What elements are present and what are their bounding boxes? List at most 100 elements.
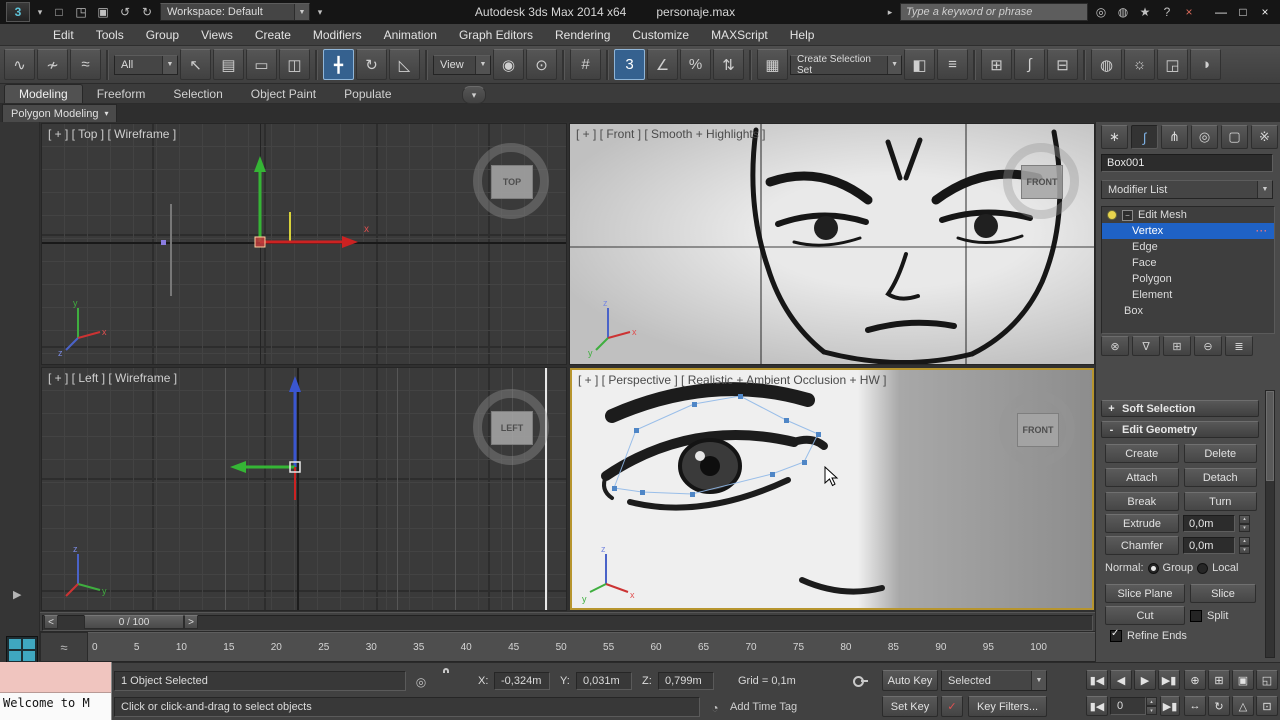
stack-row-box[interactable]: Box: [1102, 303, 1274, 319]
menu-item[interactable]: MAXScript: [700, 25, 779, 45]
time-slider-next-button[interactable]: >: [184, 615, 198, 629]
ribbon-tab[interactable]: Populate: [330, 85, 405, 103]
mirror-icon[interactable]: ◧: [904, 49, 935, 80]
material-editor-icon[interactable]: ◍: [1091, 49, 1122, 80]
go-to-start-button[interactable]: ▮◀: [1086, 670, 1108, 690]
modifier-enable-bulb-icon[interactable]: [1107, 210, 1117, 220]
stack-row-edit-mesh[interactable]: − Edit Mesh: [1102, 207, 1274, 223]
maximize-window-button[interactable]: □: [1234, 3, 1252, 21]
align-icon[interactable]: ≡: [937, 49, 968, 80]
select-and-link-icon[interactable]: ∿: [4, 49, 35, 80]
menu-item[interactable]: Tools: [85, 25, 135, 45]
viewport-top-left[interactable]: x [ + ] [ Top ] [ Wireframe ] TOP y x z: [41, 123, 567, 365]
curve-editor-icon[interactable]: ∫: [1014, 49, 1045, 80]
motion-panel-tab[interactable]: ◎: [1191, 125, 1218, 149]
maxscript-mini-listener[interactable]: Welcome to M: [0, 662, 112, 720]
schematic-view-icon[interactable]: ⊟: [1047, 49, 1078, 80]
unlink-selection-icon[interactable]: ≁: [37, 49, 68, 80]
communication-center-icon[interactable]: ◍: [1114, 3, 1132, 21]
listener-pane[interactable]: Welcome to M: [0, 693, 111, 720]
selection-filter-arrow-icon[interactable]: ▼: [162, 55, 177, 74]
object-name-field[interactable]: Box001: [1101, 154, 1273, 172]
help-icon[interactable]: ?: [1158, 3, 1176, 21]
viewport-label[interactable]: [ + ] [ Front ] [ Smooth + Highlights ]: [576, 127, 765, 141]
open-file-icon[interactable]: ◳: [72, 3, 90, 21]
viewport-top-right[interactable]: [ + ] [ Front ] [ Smooth + Highlights ] …: [569, 123, 1095, 365]
zoom-extents-icon[interactable]: ▣: [1232, 670, 1254, 690]
edit-geometry-button[interactable]: Break: [1105, 492, 1179, 511]
show-end-result-button[interactable]: ∇: [1132, 336, 1160, 356]
viewport-label[interactable]: [ + ] [ Top ] [ Wireframe ]: [48, 127, 176, 141]
app-menu-arrow-icon[interactable]: ▾: [34, 3, 46, 21]
stack-row-edge[interactable]: Edge: [1102, 239, 1274, 255]
remove-modifier-button[interactable]: ⊖: [1194, 336, 1222, 356]
key-filter-scope-dropdown[interactable]: Selected ▼: [941, 670, 1047, 691]
normal-local-radio[interactable]: [1197, 562, 1209, 574]
transform-gizmo[interactable]: x: [194, 152, 374, 292]
frame-spinner[interactable]: ▴ ▾: [1146, 697, 1157, 715]
titlebar-overflow-icon[interactable]: ▸: [884, 3, 896, 21]
field-of-view-icon[interactable]: △: [1232, 696, 1254, 716]
macro-recorder-pane[interactable]: [0, 662, 111, 693]
menu-item[interactable]: Help: [779, 25, 826, 45]
window-crossing-icon[interactable]: ◫: [279, 49, 310, 80]
menu-item[interactable]: Animation: [373, 25, 448, 45]
time-slider-prev-button[interactable]: <: [44, 615, 58, 629]
minimize-window-button[interactable]: —: [1212, 3, 1230, 21]
hierarchy-panel-tab[interactable]: ⋔: [1161, 125, 1188, 149]
extrude-button[interactable]: Extrude: [1105, 514, 1179, 533]
chamfer-spinner[interactable]: ▴ ▾: [1239, 537, 1250, 554]
favorites-icon[interactable]: ★: [1136, 3, 1154, 21]
menu-item[interactable]: Create: [244, 25, 302, 45]
viewcube[interactable]: FRONT: [999, 391, 1075, 467]
new-scene-icon[interactable]: □: [50, 3, 68, 21]
viewcube[interactable]: LEFT: [473, 389, 549, 465]
rollout-expand-icon[interactable]: +: [1107, 403, 1116, 415]
chamfer-value-field[interactable]: 0,0m: [1183, 537, 1235, 554]
menu-item[interactable]: Edit: [42, 25, 85, 45]
modifier-list-dropdown[interactable]: Modifier List ▼: [1101, 180, 1273, 199]
viewport-label[interactable]: [ + ] [ Left ] [ Wireframe ]: [48, 371, 177, 385]
edit-geometry-button[interactable]: Turn: [1183, 492, 1257, 511]
panel-scrollbar[interactable]: [1265, 390, 1275, 658]
slice-plane-button[interactable]: Slice Plane: [1105, 584, 1185, 603]
utilities-panel-tab[interactable]: ※: [1251, 125, 1278, 149]
open-mini-curve-editor-button[interactable]: ≈: [40, 632, 88, 662]
menu-item[interactable]: Graph Editors: [448, 25, 544, 45]
ribbon-tab[interactable]: Freeform: [83, 85, 160, 103]
render-production-icon[interactable]: ◑: [1190, 49, 1221, 80]
close-window-button[interactable]: ×: [1256, 3, 1274, 21]
angle-snap-toggle-icon[interactable]: ∠: [647, 49, 678, 80]
edit-geometry-button[interactable]: Attach: [1105, 468, 1179, 487]
previous-key-button[interactable]: ▮◀: [1086, 696, 1108, 716]
orbit-icon[interactable]: ↻: [1208, 696, 1230, 716]
named-selection-sets-dropdown[interactable]: Create Selection Set ▼: [790, 54, 902, 76]
pin-stack-button[interactable]: ⊗: [1101, 336, 1129, 356]
polygon-modeling-panel-tab[interactable]: Polygon Modeling ▾: [2, 104, 118, 123]
next-key-button[interactable]: ▶▮: [1160, 696, 1180, 716]
configure-modifier-sets-button[interactable]: ≣: [1225, 336, 1253, 356]
track-bar-ruler[interactable]: 0 5 10 15 20 25 30 35 40 45 50 55 60 65 70 75 80 85 90 95 10…: [88, 632, 1095, 662]
infocenter-search-input[interactable]: [900, 3, 1088, 21]
modifier-list-arrow-icon[interactable]: ▼: [1257, 181, 1272, 198]
viewport-bottom-right[interactable]: [ + ] [ Perspective ] [ Realistic + Ambi…: [570, 368, 1094, 610]
percent-snap-toggle-icon[interactable]: %: [680, 49, 711, 80]
viewport-layout-tabs-icon[interactable]: [6, 636, 38, 664]
stack-collapse-icon[interactable]: −: [1122, 209, 1133, 221]
display-panel-tab[interactable]: ▢: [1221, 125, 1248, 149]
redo-icon[interactable]: ↻: [138, 3, 156, 21]
zoom-icon[interactable]: ⊕: [1184, 670, 1206, 690]
time-slider-handle[interactable]: 0 / 100: [84, 615, 184, 629]
edit-geometry-rollout-header[interactable]: - Edit Geometry: [1101, 421, 1259, 438]
viewport-bottom-left[interactable]: [ + ] [ Left ] [ Wireframe ] LEFT z y: [41, 367, 567, 611]
zoom-region-icon[interactable]: ◱: [1256, 670, 1278, 690]
set-keys-button[interactable]: ✓: [941, 696, 963, 717]
keyboard-shortcut-override-icon[interactable]: #: [570, 49, 601, 80]
chamfer-button[interactable]: Chamfer: [1105, 536, 1179, 555]
edit-geometry-button[interactable]: Delete: [1183, 444, 1257, 463]
render-setup-icon[interactable]: ☼: [1124, 49, 1155, 80]
make-unique-button[interactable]: ⊞: [1163, 336, 1191, 356]
workspace-dropdown[interactable]: Workspace: Default ▼: [160, 3, 310, 21]
select-by-name-icon[interactable]: ▤: [213, 49, 244, 80]
select-and-scale-icon[interactable]: ◺: [389, 49, 420, 80]
